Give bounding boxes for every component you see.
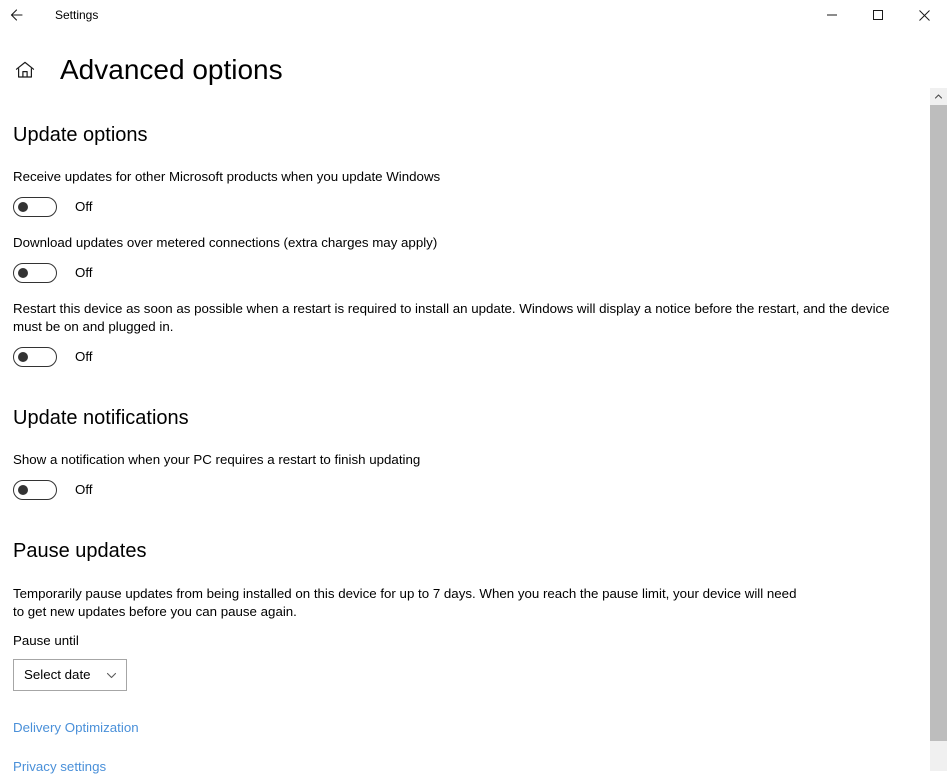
toggle-knob [18, 352, 28, 362]
toggle-restart-asap[interactable] [13, 347, 57, 367]
close-button[interactable] [901, 0, 947, 30]
window-title: Settings [55, 8, 99, 22]
section-update-notifications: Update notifications Show a notification… [0, 405, 920, 500]
page-header: Advanced options [0, 48, 283, 92]
pause-updates-description: Temporarily pause updates from being ins… [13, 586, 797, 619]
scrollbar-thumb[interactable] [930, 105, 947, 741]
setting-description: Receive updates for other Microsoft prod… [13, 169, 441, 184]
toggle-knob [18, 202, 28, 212]
setting-toggle-row: Off [13, 480, 920, 500]
section-heading-update-notifications: Update notifications [13, 407, 189, 429]
setting-description: Show a notification when your PC require… [13, 452, 421, 467]
section-update-options: Update options Receive updates for other… [0, 122, 920, 367]
back-button[interactable] [0, 0, 32, 30]
toggle-knob [18, 268, 28, 278]
settings-content: Update options Receive updates for other… [0, 110, 920, 776]
pause-until-dropdown[interactable]: Select date [13, 659, 127, 691]
setting-toggle-row: Off [13, 263, 920, 283]
back-arrow-icon [7, 6, 25, 24]
minimize-button[interactable] [809, 0, 855, 30]
setting-description: Restart this device as soon as possible … [13, 301, 890, 334]
toggle-state-label: Off [75, 265, 93, 280]
maximize-icon [872, 9, 884, 21]
toggle-metered-connections[interactable] [13, 263, 57, 283]
related-links: Delivery Optimization Privacy settings [0, 719, 920, 776]
home-icon[interactable] [13, 58, 37, 82]
section-heading-update-options: Update options [13, 124, 148, 146]
link-delivery-optimization[interactable]: Delivery Optimization [13, 719, 920, 737]
toggle-microsoft-products[interactable] [13, 197, 57, 217]
vertical-scrollbar[interactable] [930, 88, 947, 771]
pause-until-label: Pause until [13, 633, 79, 648]
pause-until-dropdown-value: Select date [24, 667, 91, 682]
section-heading-pause-updates: Pause updates [13, 540, 147, 562]
maximize-button[interactable] [855, 0, 901, 30]
setting-toggle-row: Off [13, 197, 920, 217]
section-pause-updates: Pause updates Temporarily pause updates … [0, 538, 920, 691]
toggle-state-label: Off [75, 349, 93, 364]
minimize-icon [826, 9, 838, 21]
chevron-down-icon [105, 669, 118, 682]
toggle-state-label: Off [75, 482, 93, 497]
toggle-restart-notification[interactable] [13, 480, 57, 500]
setting-toggle-row: Off [13, 347, 920, 367]
close-icon [918, 9, 931, 22]
toggle-knob [18, 485, 28, 495]
scroll-up-button[interactable] [930, 88, 947, 105]
window-controls [809, 0, 947, 30]
link-privacy-settings[interactable]: Privacy settings [13, 758, 920, 776]
page-title: Advanced options [60, 54, 283, 85]
window-title-bar: Settings [0, 0, 947, 30]
setting-description: Download updates over metered connection… [13, 235, 438, 250]
toggle-state-label: Off [75, 199, 93, 214]
chevron-up-icon [934, 88, 943, 106]
